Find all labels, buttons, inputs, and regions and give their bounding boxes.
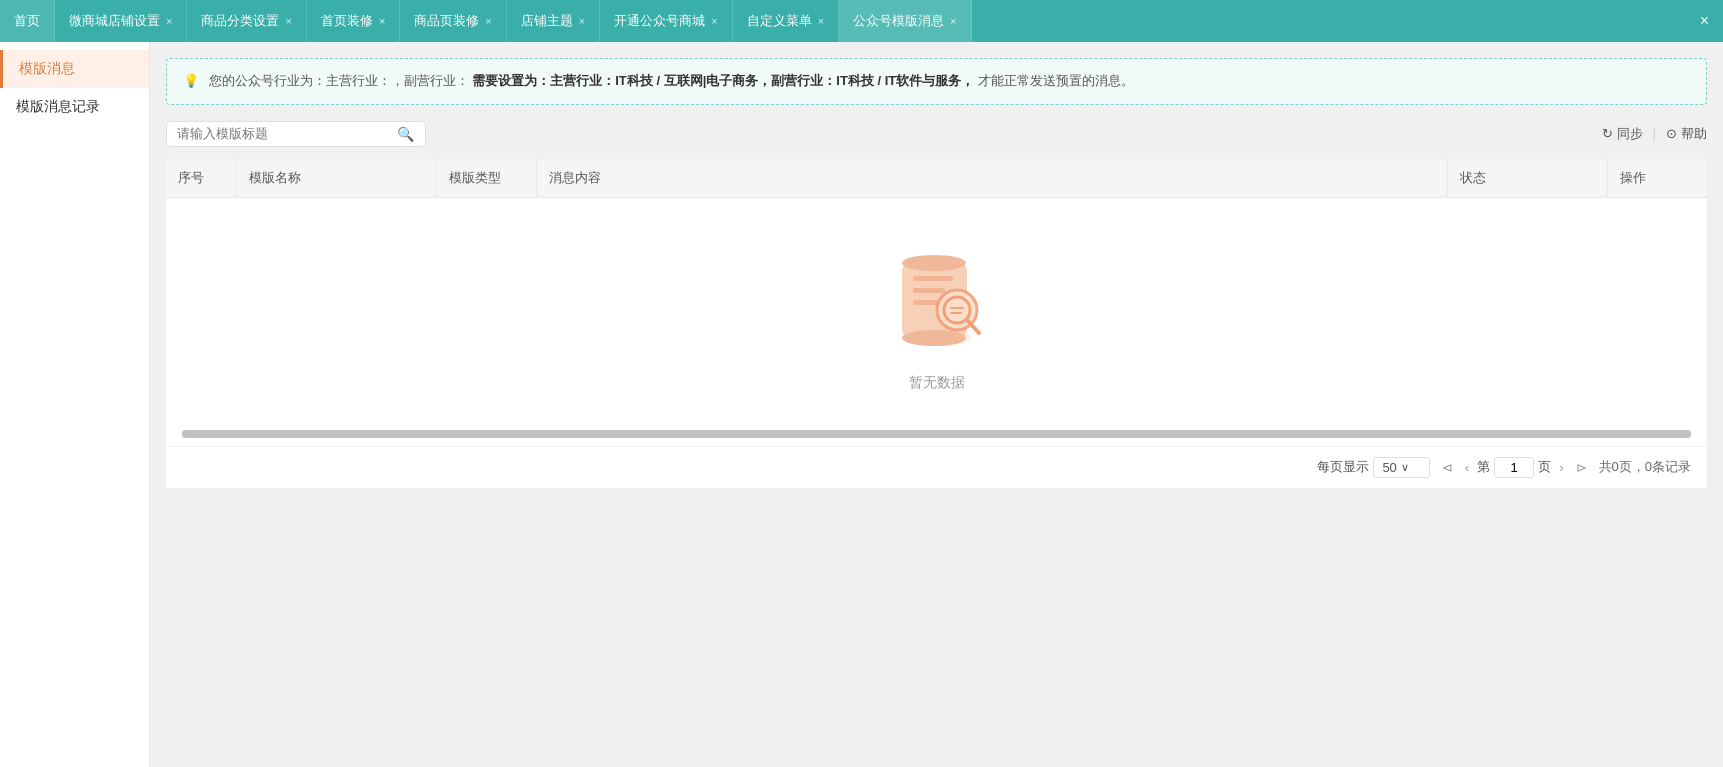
nav-tab-custom-menu-close[interactable]: ×	[818, 15, 824, 27]
nav-tab-home[interactable]: 首页	[0, 0, 55, 42]
sync-icon: ↻	[1602, 126, 1613, 141]
first-page-button[interactable]: ⊲	[1438, 458, 1457, 477]
col-header-type: 模版类型	[436, 159, 536, 198]
main-layout: 模版消息 模版消息记录 💡 您的公众号行业为：主营行业：，副营行业： 需要设置为…	[0, 42, 1723, 767]
help-button[interactable]: ⊙ 帮助	[1666, 125, 1707, 143]
page-prefix: 第	[1477, 458, 1490, 476]
svg-rect-4	[913, 276, 953, 281]
nav-tab-shop-theme[interactable]: 店铺主题 ×	[507, 0, 600, 42]
empty-state-row: 暂无数据	[166, 197, 1707, 422]
nav-tab-shop-theme-close[interactable]: ×	[579, 15, 585, 27]
total-info: 共0页，0条记录	[1599, 458, 1691, 476]
scrollbar-track[interactable]	[182, 430, 1691, 438]
nav-tab-product-category[interactable]: 商品分类设置 ×	[187, 0, 306, 42]
notice-box: 💡 您的公众号行业为：主营行业：，副营行业： 需要设置为：主营行业：IT科技 /…	[166, 58, 1707, 105]
nav-tab-homepage-decor-close[interactable]: ×	[379, 15, 385, 27]
help-label: 帮助	[1681, 125, 1707, 143]
nav-tab-homepage-decor[interactable]: 首页装修 ×	[307, 0, 400, 42]
scrollbar-thumb[interactable]	[182, 430, 1691, 438]
svg-point-3	[902, 330, 966, 346]
chevron-down-icon: ∨	[1401, 461, 1409, 474]
col-header-name: 模版名称	[236, 159, 436, 198]
nav-tab-custom-menu-label: 自定义菜单	[747, 12, 812, 30]
sync-label: 同步	[1617, 125, 1643, 143]
nav-tab-weshop-label: 微商城店铺设置	[69, 12, 160, 30]
sidebar-item-template-msg[interactable]: 模版消息	[0, 50, 149, 88]
table-wrapper: 序号 模版名称 模版类型 消息内容 状态	[166, 159, 1707, 488]
nav-tab-template-msg-label: 公众号模版消息	[853, 12, 944, 30]
search-input-container[interactable]: 🔍	[166, 121, 426, 147]
sync-button[interactable]: ↻ 同步	[1602, 125, 1643, 143]
svg-point-2	[902, 255, 966, 271]
empty-state: 暂无数据	[166, 198, 1707, 422]
notice-prefix: 您的公众号行业为：主营行业：，副营行业：	[209, 73, 469, 88]
empty-state-icon	[877, 238, 997, 358]
page-size-select: 每页显示 50 ∨	[1317, 457, 1429, 478]
next-page-button[interactable]: ›	[1555, 458, 1567, 477]
nav-tab-weshop-settings[interactable]: 微商城店铺设置 ×	[55, 0, 187, 42]
page-size-dropdown[interactable]: 50 ∨	[1373, 457, 1429, 478]
nav-tab-product-decor[interactable]: 商品页装修 ×	[400, 0, 506, 42]
page-number-input[interactable]	[1494, 457, 1534, 478]
col-header-seq: 序号	[166, 159, 236, 198]
nav-tab-template-msg-close[interactable]: ×	[950, 15, 956, 27]
col-header-content: 消息内容	[536, 159, 1447, 198]
nav-tab-shop-theme-label: 店铺主题	[521, 12, 573, 30]
pagination-row: 每页显示 50 ∨ ⊲ ‹ 第 页 › ⊳ 共0页，0条记录	[166, 446, 1707, 488]
nav-tab-homepage-decor-label: 首页装修	[321, 12, 373, 30]
nav-tab-open-wechat-mall-label: 开通公众号商城	[614, 12, 705, 30]
page-navigation: ⊲ ‹ 第 页 › ⊳	[1438, 457, 1591, 478]
last-page-button[interactable]: ⊳	[1572, 458, 1591, 477]
empty-state-text: 暂无数据	[909, 374, 965, 392]
top-navigation: 首页 微商城店铺设置 × 商品分类设置 × 首页装修 × 商品页装修 × 店铺主…	[0, 0, 1723, 42]
sidebar-item-template-msg-label: 模版消息	[19, 60, 75, 76]
nav-tab-product-decor-close[interactable]: ×	[485, 15, 491, 27]
nav-tab-custom-menu[interactable]: 自定义菜单 ×	[733, 0, 839, 42]
content-area: 💡 您的公众号行业为：主营行业：，副营行业： 需要设置为：主营行业：IT科技 /…	[150, 42, 1723, 767]
nav-tab-product-category-close[interactable]: ×	[285, 15, 291, 27]
sidebar-item-template-msg-record-label: 模版消息记录	[16, 98, 100, 114]
sidebar: 模版消息 模版消息记录	[0, 42, 150, 767]
svg-rect-5	[913, 288, 945, 293]
nav-tab-open-wechat-mall-close[interactable]: ×	[711, 15, 717, 27]
search-actions: ↻ 同步 | ⊙ 帮助	[1602, 125, 1707, 143]
prev-page-button[interactable]: ‹	[1461, 458, 1473, 477]
notice-highlight: 需要设置为：主营行业：IT科技 / 互联网|电子商务，副营行业：IT科技 / I…	[472, 73, 974, 88]
notice-icon: 💡	[183, 73, 199, 88]
nav-tab-home-label: 首页	[14, 12, 40, 30]
close-all-icon: ×	[1700, 12, 1709, 29]
notice-suffix: 才能正常发送预置的消息。	[978, 73, 1134, 88]
page-size-value: 50	[1382, 460, 1396, 475]
nav-tab-product-category-label: 商品分类设置	[201, 12, 279, 30]
data-table: 序号 模版名称 模版类型 消息内容 状态	[166, 159, 1707, 422]
search-bar: 🔍 ↻ 同步 | ⊙ 帮助	[166, 121, 1707, 147]
search-input[interactable]	[177, 126, 397, 141]
nav-tab-product-decor-label: 商品页装修	[414, 12, 479, 30]
horizontal-scrollbar[interactable]	[166, 422, 1707, 446]
page-size-label: 每页显示	[1317, 458, 1369, 476]
table-header-row: 序号 模版名称 模版类型 消息内容 状态	[166, 159, 1707, 198]
nav-tab-open-wechat-mall[interactable]: 开通公众号商城 ×	[600, 0, 732, 42]
col-header-status: 状态	[1447, 159, 1607, 198]
col-header-action: 操作	[1607, 159, 1707, 198]
page-unit: 页	[1538, 458, 1551, 476]
nav-close-all-button[interactable]: ×	[1686, 12, 1723, 30]
search-icon[interactable]: 🔍	[397, 126, 414, 142]
sidebar-item-template-msg-record[interactable]: 模版消息记录	[0, 88, 149, 126]
nav-tab-template-msg[interactable]: 公众号模版消息 ×	[839, 0, 971, 42]
help-icon: ⊙	[1666, 126, 1677, 141]
nav-tab-weshop-close[interactable]: ×	[166, 15, 172, 27]
action-divider: |	[1653, 126, 1656, 141]
